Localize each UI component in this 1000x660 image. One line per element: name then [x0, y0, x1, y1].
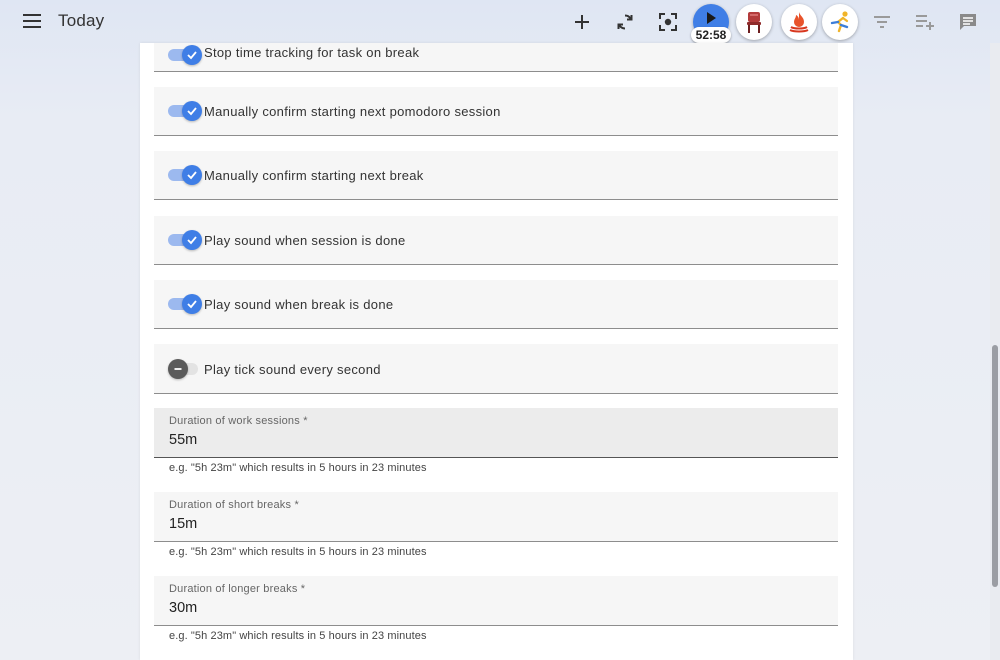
page-title: Today [58, 11, 105, 30]
chair-emoji[interactable] [736, 4, 772, 40]
filter-icon[interactable] [869, 9, 895, 35]
toggle-label: Stop time tracking for task on break [204, 45, 420, 60]
checkmark-icon [182, 294, 202, 314]
checkmark-icon [182, 165, 202, 185]
runner-emoji[interactable] [822, 4, 858, 40]
fire-emoji[interactable] [781, 4, 817, 40]
comment-icon[interactable] [955, 9, 981, 35]
pomodoro-settings-card: Stop time tracking for task on break Man… [140, 43, 853, 660]
toggle-switch[interactable] [168, 230, 202, 250]
field-label: Duration of work sessions * [169, 415, 308, 427]
work-duration-field[interactable]: Duration of work sessions * 55m [154, 408, 838, 458]
field-label: Duration of longer breaks * [169, 583, 306, 595]
sync-icon[interactable] [612, 9, 638, 35]
toggle-label: Play sound when break is done [204, 297, 394, 312]
checkmark-icon [182, 101, 202, 121]
toggle-row-tick-sound[interactable]: Play tick sound every second [154, 344, 838, 394]
playlist-add-icon[interactable] [912, 9, 938, 35]
minus-icon [168, 359, 188, 379]
scrollbar-thumb[interactable] [992, 345, 998, 587]
short-break-duration-field[interactable]: Duration of short breaks * 15m [154, 492, 838, 542]
menu-icon[interactable] [20, 10, 44, 32]
toggle-label: Manually confirm starting next break [204, 168, 424, 183]
play-timer-button[interactable]: 52:58 [691, 3, 731, 43]
field-value[interactable]: 30m [169, 600, 197, 616]
toggle-row-stop-time-tracking[interactable]: Stop time tracking for task on break [154, 43, 838, 72]
toggle-label: Play sound when session is done [204, 233, 406, 248]
timer-badge: 52:58 [691, 27, 731, 43]
field-value[interactable]: 55m [169, 432, 197, 448]
plus-icon[interactable] [569, 9, 595, 35]
field-hint: e.g. "5h 23m" which results in 5 hours i… [169, 462, 427, 474]
toggle-row-session-sound[interactable]: Play sound when session is done [154, 216, 838, 265]
field-hint: e.g. "5h 23m" which results in 5 hours i… [169, 546, 427, 558]
long-break-duration-field[interactable]: Duration of longer breaks * 30m [154, 576, 838, 626]
checkmark-icon [182, 230, 202, 250]
toggle-switch[interactable] [168, 101, 202, 121]
checkmark-icon [182, 45, 202, 65]
toggle-switch[interactable] [168, 165, 202, 185]
toggle-row-confirm-break[interactable]: Manually confirm starting next break [154, 151, 838, 200]
toggle-row-break-sound[interactable]: Play sound when break is done [154, 280, 838, 329]
toggle-row-confirm-pomodoro[interactable]: Manually confirm starting next pomodoro … [154, 87, 838, 136]
field-hint: e.g. "5h 23m" which results in 5 hours i… [169, 630, 427, 642]
field-label: Duration of short breaks * [169, 499, 299, 511]
focus-mode-icon[interactable] [655, 9, 681, 35]
toggle-switch[interactable] [168, 294, 202, 314]
field-value[interactable]: 15m [169, 516, 197, 532]
top-bar: Today 52:58 [0, 0, 1000, 43]
toggle-switch[interactable] [168, 45, 202, 65]
toggle-switch[interactable] [168, 359, 200, 379]
toggle-label: Play tick sound every second [204, 362, 381, 377]
toggle-label: Manually confirm starting next pomodoro … [204, 104, 501, 119]
